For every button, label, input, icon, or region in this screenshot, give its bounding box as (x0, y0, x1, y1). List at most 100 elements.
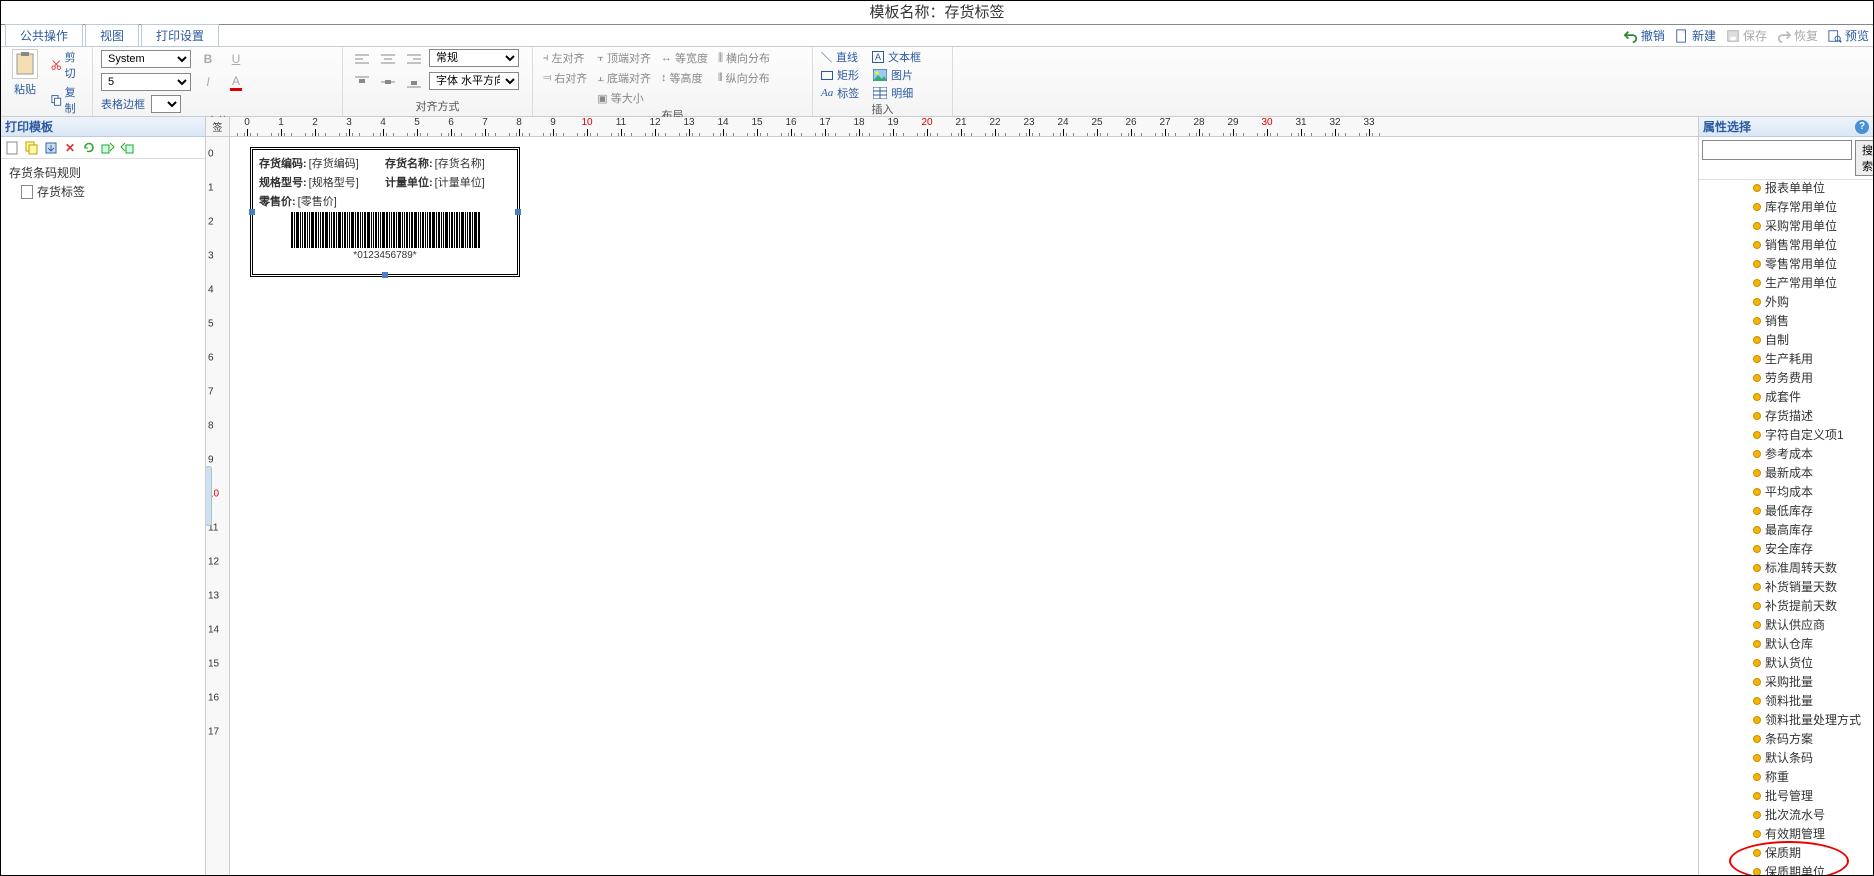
paste-button[interactable]: 粘贴 (9, 49, 41, 97)
property-item[interactable]: 存货描述 (1703, 406, 1869, 425)
property-item[interactable]: 最新成本 (1703, 463, 1869, 482)
property-item[interactable]: 销售常用单位 (1703, 235, 1869, 254)
property-item[interactable]: 报表单单位 (1703, 180, 1869, 197)
layout-h-dist[interactable]: ⫼横向分布 (716, 49, 772, 67)
property-list[interactable]: 报表单单位库存常用单位采购常用单位销售常用单位零售常用单位生产常用单位外购销售自… (1699, 180, 1873, 875)
property-item[interactable]: 最低库存 (1703, 501, 1869, 520)
property-item[interactable]: 劳务费用 (1703, 368, 1869, 387)
layout-right-align[interactable]: ⫤右对齐 (541, 69, 589, 87)
export-green-button[interactable] (99, 139, 117, 157)
align-left-button[interactable] (351, 49, 373, 69)
underline-button[interactable]: U (225, 49, 247, 69)
table-border-select[interactable] (151, 95, 181, 113)
layout-left-align[interactable]: ⫞左对齐 (541, 49, 589, 67)
property-item[interactable]: 领料批量 (1703, 691, 1869, 710)
property-item[interactable]: 条码方案 (1703, 729, 1869, 748)
resize-handle-bottom[interactable] (382, 272, 388, 278)
property-item[interactable]: 生产常用单位 (1703, 273, 1869, 292)
cut-button[interactable]: 剪切 (51, 49, 84, 81)
font-color-button[interactable]: A (225, 72, 247, 92)
preview-button[interactable]: 预览 (1828, 27, 1869, 44)
refresh-button[interactable] (80, 139, 98, 157)
property-item[interactable]: 采购常用单位 (1703, 216, 1869, 235)
field-inv-code-value[interactable]: [存货编码] (309, 155, 359, 171)
left-collapse-handle[interactable] (206, 466, 212, 526)
property-item[interactable]: 采购批量 (1703, 672, 1869, 691)
import-green-button[interactable] (118, 139, 136, 157)
italic-button[interactable]: I (197, 72, 219, 92)
align-center-button[interactable] (377, 49, 399, 69)
property-item[interactable]: 默认仓库 (1703, 634, 1869, 653)
menu-print-settings[interactable]: 打印设置 (141, 24, 219, 47)
font-horiz-select[interactable]: 字体 水平方向 (429, 72, 519, 90)
tree-item-barcode-rule[interactable]: 存货条码规则 (7, 163, 199, 182)
property-item[interactable]: 默认货位 (1703, 653, 1869, 672)
property-item[interactable]: 标准周转天数 (1703, 558, 1869, 577)
layout-eq-height[interactable]: ↕等高度 (659, 69, 710, 87)
property-item[interactable]: 平均成本 (1703, 482, 1869, 501)
new-template-button[interactable] (4, 139, 22, 157)
resize-handle-right[interactable] (515, 209, 521, 215)
new-button[interactable]: 新建 (1675, 27, 1716, 44)
align-normal-select[interactable]: 常规 (429, 49, 519, 67)
property-item[interactable]: 保质期 (1703, 843, 1869, 862)
menu-view[interactable]: 视图 (85, 24, 139, 47)
property-search-button[interactable]: 搜索 (1855, 140, 1873, 176)
layout-v-dist[interactable]: ⫴纵向分布 (716, 69, 772, 87)
property-item[interactable]: 默认条码 (1703, 748, 1869, 767)
field-retail-price-value[interactable]: [零售价] (298, 193, 337, 209)
delete-template-button[interactable]: ✕ (61, 139, 79, 157)
property-item[interactable]: 销售 (1703, 311, 1869, 330)
insert-detail[interactable]: 明细 (873, 85, 913, 101)
font-size-select[interactable]: 5 (101, 73, 191, 91)
insert-label[interactable]: Aa标签 (821, 85, 859, 101)
resize-handle-left[interactable] (249, 209, 255, 215)
layout-top-align[interactable]: ⫟顶端对齐 (595, 49, 653, 67)
property-item[interactable]: 零售常用单位 (1703, 254, 1869, 273)
property-item[interactable]: 默认供应商 (1703, 615, 1869, 634)
import-template-button[interactable] (42, 139, 60, 157)
property-item[interactable]: 字符自定义项1 (1703, 425, 1869, 444)
insert-image[interactable]: 图片 (873, 67, 913, 83)
copy-template-button[interactable] (23, 139, 41, 157)
property-item[interactable]: 生产耗用 (1703, 349, 1869, 368)
property-item[interactable]: 保质期单位 (1703, 862, 1869, 875)
canvas-viewport[interactable]: 存货编码:[存货编码] 存货名称:[存货名称] 规格型号:[规格型号] 计量单位… (230, 137, 1698, 875)
help-icon[interactable]: ? (1855, 120, 1869, 134)
valign-bottom-button[interactable] (403, 72, 425, 92)
font-family-select[interactable]: System (101, 50, 191, 68)
property-item[interactable]: 补货提前天数 (1703, 596, 1869, 615)
property-item[interactable]: 最高库存 (1703, 520, 1869, 539)
property-item[interactable]: 批次流水号 (1703, 805, 1869, 824)
bold-button[interactable]: B (197, 49, 219, 69)
property-item[interactable]: 领料批量处理方式 (1703, 710, 1869, 729)
property-item[interactable]: 称重 (1703, 767, 1869, 786)
layout-bottom-align[interactable]: ⫠底端对齐 (595, 69, 653, 87)
menu-public-ops[interactable]: 公共操作 (5, 24, 83, 47)
property-item[interactable]: 库存常用单位 (1703, 197, 1869, 216)
align-right-button[interactable] (403, 49, 425, 69)
tree-item-inventory-label[interactable]: 存货标签 (7, 182, 199, 201)
copy-button[interactable]: 复制 (51, 84, 84, 116)
valign-top-button[interactable] (351, 72, 373, 92)
property-item[interactable]: 安全库存 (1703, 539, 1869, 558)
property-item[interactable]: 批号管理 (1703, 786, 1869, 805)
save-button[interactable]: 保存 (1726, 27, 1767, 44)
restore-button[interactable]: 恢复 (1777, 27, 1818, 44)
property-item[interactable]: 外购 (1703, 292, 1869, 311)
label-design-box[interactable]: 存货编码:[存货编码] 存货名称:[存货名称] 规格型号:[规格型号] 计量单位… (250, 147, 520, 277)
insert-line[interactable]: ＼直线 (821, 49, 858, 65)
field-inv-name-value[interactable]: [存货名称] (435, 155, 485, 171)
insert-rect[interactable]: 矩形 (821, 67, 859, 83)
property-search-input[interactable] (1702, 140, 1852, 160)
undo-button[interactable]: 撤销 (1624, 27, 1665, 44)
barcode-field[interactable]: *0123456789* (259, 212, 511, 261)
property-item[interactable]: 有效期管理 (1703, 824, 1869, 843)
field-spec-value[interactable]: [规格型号] (309, 174, 359, 190)
field-unit-value[interactable]: [计量单位] (435, 174, 485, 190)
valign-middle-button[interactable] (377, 72, 399, 92)
property-item[interactable]: 参考成本 (1703, 444, 1869, 463)
insert-textbox[interactable]: A文本框 (872, 49, 921, 65)
property-item[interactable]: 自制 (1703, 330, 1869, 349)
layout-eq-width[interactable]: ↔等宽度 (659, 49, 710, 67)
